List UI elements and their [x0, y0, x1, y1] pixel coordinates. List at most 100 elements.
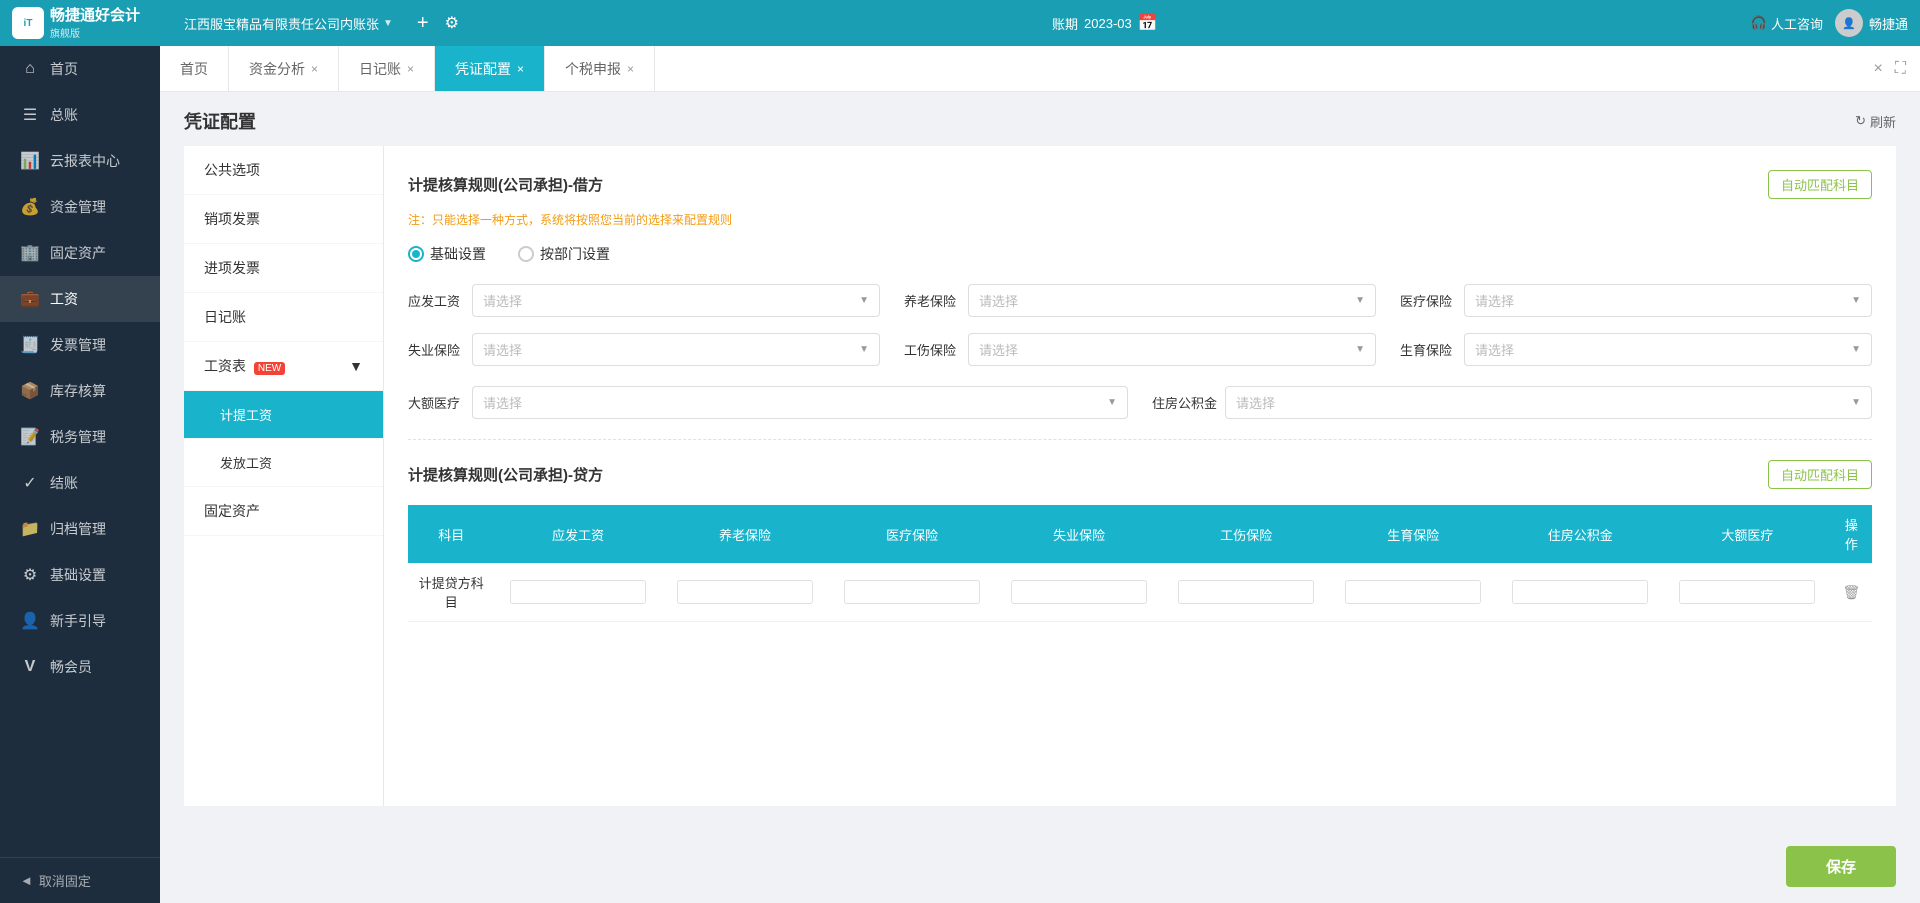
select-deyil[interactable]: 请选择 ▼: [472, 386, 1128, 419]
company-selector[interactable]: 江西服宝精品有限责任公司内账张 ▼: [184, 14, 393, 33]
credit-section-header: 计提核算规则(公司承担)-贷方 自动匹配科目: [408, 460, 1872, 497]
sidebar-item-tax[interactable]: 📝 税务管理: [0, 414, 160, 460]
sidebar-item-home[interactable]: ⌂ 首页: [0, 46, 160, 92]
refresh-label: 刷新: [1870, 112, 1896, 131]
debit-section: 计提核算规则(公司承担)-借方 自动匹配科目 注：只能选择一种方式，系统将按照您…: [408, 170, 1872, 419]
select-zfgjj[interactable]: 请选择 ▼: [1225, 386, 1872, 419]
sidebar-item-vip[interactable]: V 畅会员: [0, 644, 160, 690]
user-info: 👤 畅捷通: [1835, 9, 1908, 37]
debit-title: 计提核算规则(公司承担)-借方: [408, 174, 603, 195]
tab-funds[interactable]: 资金分析 ×: [229, 46, 339, 91]
td-subject: 计提贷方科目: [408, 563, 494, 622]
select-gsbx[interactable]: 请选择 ▼: [968, 333, 1376, 366]
th-sybx: 失业保险: [996, 505, 1163, 563]
close-tab-icon[interactable]: ×: [1869, 56, 1886, 82]
company-arrow-icon: ▼: [383, 18, 393, 29]
sidebar-item-ledger[interactable]: ☰ 总账: [0, 92, 160, 138]
tab-bar: 首页 资金分析 × 日记账 × 凭证配置 × 个税申报 × × ⛶: [160, 46, 1920, 92]
label-ylbx2: 医疗保险: [1400, 291, 1456, 310]
tab-voucher[interactable]: 凭证配置 ×: [435, 46, 545, 91]
left-nav: 公共选项 销项发票 进项发票 日记账 工资表 NEW ▼: [184, 146, 384, 806]
input-yfgz[interactable]: [510, 580, 646, 604]
nav-item-sales[interactable]: 销项发票: [184, 195, 383, 244]
sidebar-label-funds: 资金管理: [50, 197, 106, 217]
tab-journal[interactable]: 日记账 ×: [339, 46, 435, 91]
sidebar-item-settings[interactable]: ⚙ 基础设置: [0, 552, 160, 598]
select-ylbx[interactable]: 请选择 ▼: [968, 284, 1376, 317]
select-arrow-icon: ▼: [859, 295, 869, 306]
debit-note: 注：只能选择一种方式，系统将按照您当前的选择来配置规则: [408, 211, 1872, 228]
nav-item-fixed-asset[interactable]: 固定资产: [184, 487, 383, 536]
tab-voucher-label: 凭证配置: [455, 59, 511, 79]
arrow-left-icon: ◄: [20, 873, 33, 888]
sidebar-item-closing[interactable]: ✓ 结账: [0, 460, 160, 506]
td-gsbx: [1163, 563, 1330, 622]
radio-basic[interactable]: 基础设置: [408, 244, 486, 264]
tab-tax-close[interactable]: ×: [627, 63, 634, 75]
sidebar-item-assets[interactable]: 🏢 固定资产: [0, 230, 160, 276]
logo-icon: iT: [12, 7, 44, 39]
new-badge: NEW: [254, 362, 285, 375]
th-zfgjj: 住房公积金: [1497, 505, 1664, 563]
select-arrow-icon6: ▼: [1851, 344, 1861, 355]
cancel-pin-label: 取消固定: [39, 871, 91, 890]
select-ylbx2[interactable]: 请选择 ▼: [1464, 284, 1872, 317]
sidebar-item-inventory[interactable]: 📦 库存核算: [0, 368, 160, 414]
input-sybx[interactable]: [1011, 580, 1147, 604]
refresh-button[interactable]: ↻ 刷新: [1855, 112, 1896, 131]
input-zfgjj[interactable]: [1512, 580, 1648, 604]
nav-item-pay-salary[interactable]: 发放工资: [184, 439, 383, 487]
select-sybx[interactable]: 请选择 ▼: [472, 333, 880, 366]
select-sybx2[interactable]: 请选择 ▼: [1464, 333, 1872, 366]
calendar-icon[interactable]: 📅: [1138, 13, 1158, 33]
vip-icon: V: [20, 658, 40, 676]
cancel-pin-button[interactable]: ◄ 取消固定: [0, 857, 160, 903]
select-arrow-icon8: ▼: [1851, 397, 1861, 408]
credit-title: 计提核算规则(公司承担)-贷方: [408, 464, 603, 485]
nav-item-journal[interactable]: 日记账: [184, 293, 383, 342]
delete-row-icon[interactable]: 🗑: [1843, 584, 1861, 600]
label-zfgjj: 住房公积金: [1152, 393, 1217, 412]
add-account-button[interactable]: +: [417, 12, 429, 35]
sidebar-item-guide[interactable]: 👤 新手引导: [0, 598, 160, 644]
th-deyil: 大额医疗: [1664, 505, 1831, 563]
sidebar-item-reports[interactable]: 📊 云报表中心: [0, 138, 160, 184]
tab-journal-close[interactable]: ×: [407, 63, 414, 75]
assets-icon: 🏢: [20, 243, 40, 263]
table-header-row: 科目 应发工资 养老保险 医疗保险 失业保险 工伤保险 生育保险 住房公积金 大…: [408, 505, 1872, 563]
form-item-ylbx: 养老保险 请选择 ▼: [904, 284, 1376, 317]
period-label: 账期: [1052, 14, 1078, 33]
tab-tax[interactable]: 个税申报 ×: [545, 46, 655, 91]
th-ylbx: 养老保险: [662, 505, 829, 563]
nav-item-public[interactable]: 公共选项: [184, 146, 383, 195]
sidebar-item-salary[interactable]: 💼 工资: [0, 276, 160, 322]
save-button[interactable]: 保存: [1786, 846, 1896, 887]
input-sybx2[interactable]: [1345, 580, 1481, 604]
tab-voucher-close[interactable]: ×: [517, 63, 524, 75]
main-layout: ⌂ 首页 ☰ 总账 📊 云报表中心 💰 资金管理 🏢 固定资产 💼 工资 🧾 发…: [0, 46, 1920, 903]
nav-item-purchase[interactable]: 进项发票: [184, 244, 383, 293]
nav-item-calc-salary[interactable]: 计提工资: [184, 391, 383, 439]
sidebar-item-archive[interactable]: 📁 归档管理: [0, 506, 160, 552]
radio-dept[interactable]: 按部门设置: [518, 244, 610, 264]
input-deyil[interactable]: [1679, 580, 1815, 604]
sidebar-label-home: 首页: [50, 59, 78, 79]
tab-funds-close[interactable]: ×: [311, 63, 318, 75]
auto-match-credit-button[interactable]: 自动匹配科目: [1768, 460, 1872, 489]
nav-item-salary-table[interactable]: 工资表 NEW ▼: [184, 342, 383, 391]
tab-home[interactable]: 首页: [160, 46, 229, 91]
sidebar-item-invoice[interactable]: 🧾 发票管理: [0, 322, 160, 368]
settings-icon[interactable]: ⚙: [445, 13, 459, 33]
expand-tab-icon[interactable]: ⛶: [1891, 56, 1910, 82]
form-item-deyil: 大额医疗 请选择 ▼: [408, 386, 1128, 419]
radio-dept-label: 按部门设置: [540, 244, 610, 264]
form-item-sybx2: 生育保险 请选择 ▼: [1400, 333, 1872, 366]
sidebar: ⌂ 首页 ☰ 总账 📊 云报表中心 💰 资金管理 🏢 固定资产 💼 工资 🧾 发…: [0, 46, 160, 903]
select-yfgz[interactable]: 请选择 ▼: [472, 284, 880, 317]
input-gsbx[interactable]: [1178, 580, 1314, 604]
service-button[interactable]: 🎧 人工咨询: [1751, 14, 1823, 33]
input-ylbx2[interactable]: [844, 580, 980, 604]
auto-match-debit-button[interactable]: 自动匹配科目: [1768, 170, 1872, 199]
input-ylbx[interactable]: [677, 580, 813, 604]
sidebar-item-funds[interactable]: 💰 资金管理: [0, 184, 160, 230]
